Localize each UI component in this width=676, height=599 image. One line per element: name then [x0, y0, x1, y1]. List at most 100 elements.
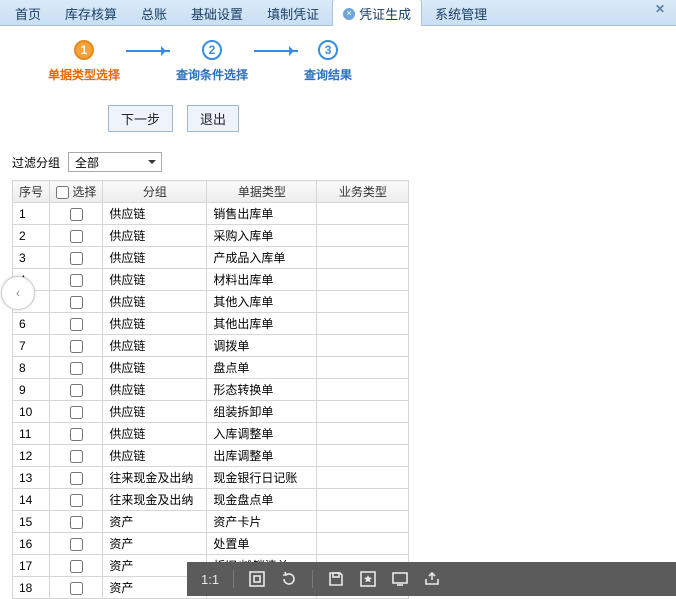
- table-row[interactable]: 4供应链材料出库单: [13, 269, 409, 291]
- table-row[interactable]: 2供应链采购入库单: [13, 225, 409, 247]
- table-row[interactable]: 7供应链调拨单: [13, 335, 409, 357]
- table-row[interactable]: 9供应链形态转换单: [13, 379, 409, 401]
- cell-biz: [317, 489, 409, 511]
- cell-biz: [317, 335, 409, 357]
- rotate-icon[interactable]: [280, 570, 298, 588]
- cell-group: 供应链: [103, 445, 207, 467]
- row-checkbox[interactable]: [70, 252, 83, 265]
- arrow-icon: [126, 50, 170, 52]
- tab-home[interactable]: 首页: [4, 0, 52, 26]
- tab-sysmgmt[interactable]: 系统管理: [424, 0, 498, 26]
- cell-group: 往来现金及出纳: [103, 489, 207, 511]
- cell-seq: 7: [13, 335, 50, 357]
- next-button[interactable]: 下一步: [108, 105, 173, 132]
- filter-row: 过滤分组 全部: [0, 150, 676, 180]
- row-checkbox[interactable]: [70, 296, 83, 309]
- cell-select: [50, 203, 103, 225]
- cell-biz: [317, 401, 409, 423]
- table-row[interactable]: 15资产资产卡片: [13, 511, 409, 533]
- step-label: 查询结果: [304, 66, 352, 83]
- tab-inventory[interactable]: 库存核算: [54, 0, 128, 26]
- step-label: 单据类型选择: [48, 66, 120, 83]
- cell-select: [50, 533, 103, 555]
- table-row[interactable]: 14往来现金及出纳现金盘点单: [13, 489, 409, 511]
- tab-voucher-edit[interactable]: 填制凭证: [256, 0, 330, 26]
- row-checkbox[interactable]: [70, 560, 83, 573]
- cell-doctype: 调拨单: [207, 335, 317, 357]
- row-checkbox[interactable]: [70, 208, 83, 221]
- cell-biz: [317, 379, 409, 401]
- row-checkbox[interactable]: [70, 472, 83, 485]
- row-checkbox[interactable]: [70, 516, 83, 529]
- close-icon[interactable]: ×: [343, 8, 355, 20]
- cell-group: 供应链: [103, 247, 207, 269]
- step-label: 查询条件选择: [176, 66, 248, 83]
- table-row[interactable]: 5供应链其他入库单: [13, 291, 409, 313]
- cell-select: [50, 555, 103, 577]
- cell-doctype: 产成品入库单: [207, 247, 317, 269]
- col-group: 分组: [103, 181, 207, 203]
- row-checkbox[interactable]: [70, 274, 83, 287]
- cell-group: 供应链: [103, 357, 207, 379]
- cell-group: 供应链: [103, 225, 207, 247]
- step-number-icon: 1: [74, 40, 94, 60]
- cell-select: [50, 225, 103, 247]
- row-checkbox[interactable]: [70, 406, 83, 419]
- fit-screen-icon[interactable]: [248, 570, 266, 588]
- cell-select: [50, 577, 103, 599]
- row-checkbox[interactable]: [70, 340, 83, 353]
- cell-group: 供应链: [103, 291, 207, 313]
- cell-doctype: 入库调整单: [207, 423, 317, 445]
- row-checkbox[interactable]: [70, 362, 83, 375]
- side-expand-handle[interactable]: ‹: [1, 276, 35, 310]
- table-row[interactable]: 1供应链销售出库单: [13, 203, 409, 225]
- cell-biz: [317, 357, 409, 379]
- step-1[interactable]: 1 单据类型选择: [48, 40, 120, 83]
- row-checkbox[interactable]: [70, 384, 83, 397]
- cell-doctype: 出库调整单: [207, 445, 317, 467]
- cell-select: [50, 247, 103, 269]
- cell-doctype: 资产卡片: [207, 511, 317, 533]
- row-checkbox[interactable]: [70, 450, 83, 463]
- col-doctype: 单据类型: [207, 181, 317, 203]
- action-buttons: 下一步 退出: [0, 83, 676, 150]
- screen-icon[interactable]: [391, 570, 409, 588]
- row-checkbox[interactable]: [70, 538, 83, 551]
- cell-select: [50, 445, 103, 467]
- cell-seq: 17: [13, 555, 50, 577]
- row-checkbox[interactable]: [70, 230, 83, 243]
- cell-select: [50, 379, 103, 401]
- cell-seq: 3: [13, 247, 50, 269]
- table-row[interactable]: 12供应链出库调整单: [13, 445, 409, 467]
- select-all-checkbox[interactable]: [56, 186, 69, 199]
- table-row[interactable]: 3 供应链产成品入库单: [13, 247, 409, 269]
- wizard-steps: 1 单据类型选择 2 查询条件选择 3 查询结果: [0, 26, 676, 83]
- row-checkbox[interactable]: [70, 428, 83, 441]
- save-icon[interactable]: [327, 570, 345, 588]
- table-row[interactable]: 16资产处置单: [13, 533, 409, 555]
- table-row[interactable]: 10供应链组装拆卸单: [13, 401, 409, 423]
- cell-select: [50, 401, 103, 423]
- table-row[interactable]: 6供应链其他出库单: [13, 313, 409, 335]
- row-checkbox[interactable]: [70, 582, 83, 595]
- step-3[interactable]: 3 查询结果: [304, 40, 352, 83]
- cell-biz: [317, 247, 409, 269]
- tab-basicsetting[interactable]: 基础设置: [180, 0, 254, 26]
- cell-select: [50, 489, 103, 511]
- star-icon[interactable]: [359, 570, 377, 588]
- tab-voucher-gen[interactable]: × 凭证生成: [332, 0, 422, 26]
- row-checkbox[interactable]: [70, 494, 83, 507]
- table-row[interactable]: 8供应链盘点单: [13, 357, 409, 379]
- cell-group: 资产: [103, 533, 207, 555]
- share-icon[interactable]: [423, 570, 441, 588]
- cell-biz: [317, 423, 409, 445]
- table-row[interactable]: 13往来现金及出纳现金银行日记账: [13, 467, 409, 489]
- step-2[interactable]: 2 查询条件选择: [176, 40, 248, 83]
- tabbar-close-icon[interactable]: ✕: [650, 2, 670, 18]
- cell-select: [50, 313, 103, 335]
- filter-group-select[interactable]: 全部: [68, 152, 162, 172]
- exit-button[interactable]: 退出: [187, 105, 239, 132]
- table-row[interactable]: 11供应链入库调整单: [13, 423, 409, 445]
- row-checkbox[interactable]: [70, 318, 83, 331]
- tab-ledger[interactable]: 总账: [130, 0, 178, 26]
